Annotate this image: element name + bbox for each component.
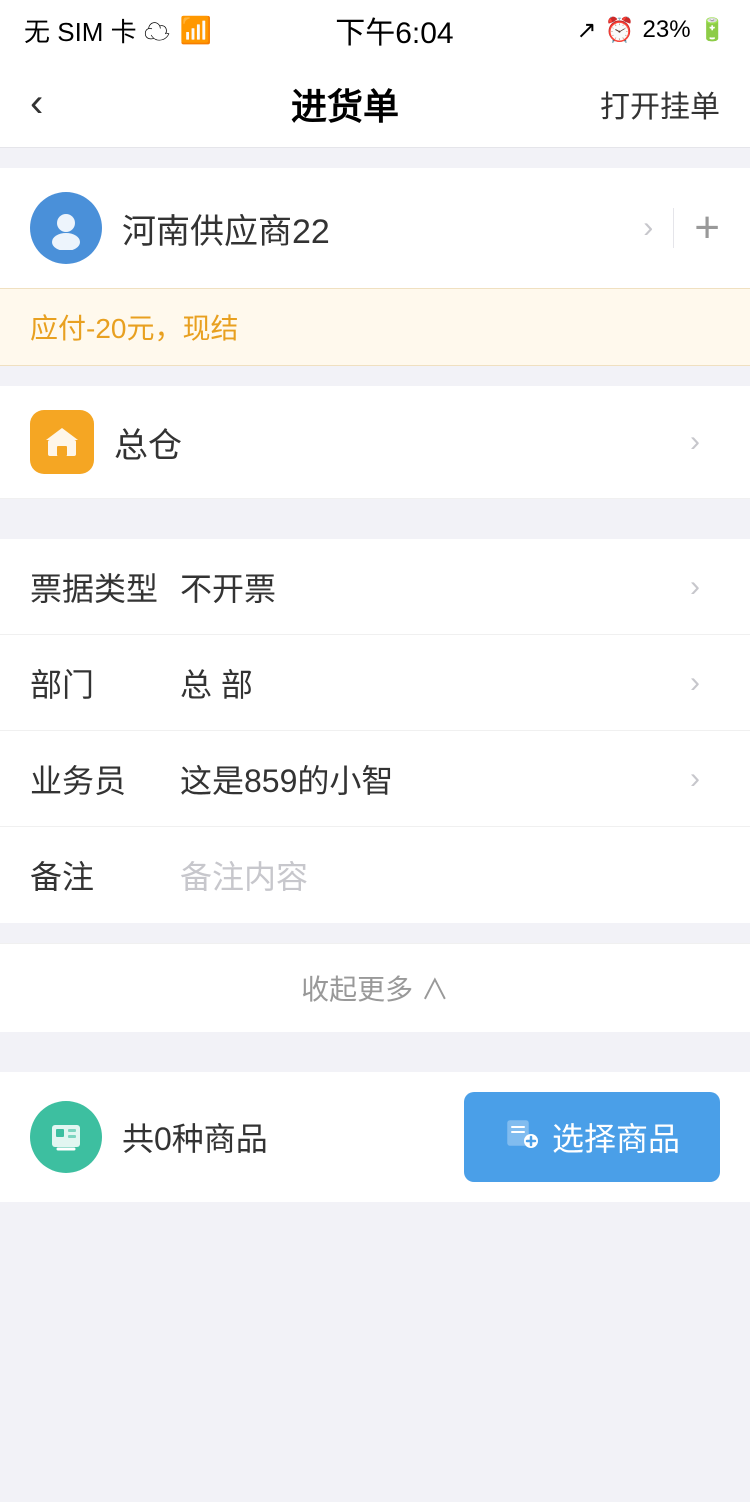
product-icon <box>30 1101 102 1173</box>
wifi-icon: 📶 <box>180 15 212 46</box>
supplier-row[interactable]: 河南供应商22 › + <box>0 168 750 288</box>
open-pending-button[interactable]: 打开挂单 <box>600 82 720 126</box>
department-row[interactable]: 部门 总 部 › <box>0 635 750 731</box>
page-title: 进货单 <box>291 78 399 130</box>
battery-icon: 🔋 <box>699 17 726 43</box>
invoice-chevron-icon: › <box>690 570 700 604</box>
warehouse-name: 总仓 <box>114 418 690 467</box>
remark-row[interactable]: 备注 备注内容 <box>0 827 750 923</box>
status-bar: 无 SIM 卡 ☁ 📶 下午6:04 ↗ ⏰ 23% 🔋 <box>0 0 750 60</box>
salesman-row[interactable]: 业务员 这是859的小智 › <box>0 731 750 827</box>
form-section: 票据类型 不开票 › 部门 总 部 › 业务员 这是859的小智 › 备注 备注… <box>0 539 750 923</box>
department-label: 部门 <box>30 660 160 706</box>
section-gap-1 <box>0 148 750 168</box>
department-value: 总 部 <box>160 660 690 706</box>
section-gap-2 <box>0 366 750 386</box>
product-count: 共0种商品 <box>122 1114 464 1160</box>
salesman-chevron-icon: › <box>690 762 700 796</box>
collapse-label: 收起更多 ∧ <box>301 968 449 1008</box>
status-right: ↗ ⏰ 23% 🔋 <box>577 16 726 45</box>
invoice-type-label: 票据类型 <box>30 564 160 610</box>
remark-input[interactable]: 备注内容 <box>160 852 720 898</box>
sim-label: 无 SIM 卡 ☁ <box>24 12 170 49</box>
warehouse-chevron-icon: › <box>690 425 700 459</box>
supplier-avatar <box>30 192 102 264</box>
salesman-label: 业务员 <box>30 756 160 802</box>
department-chevron-icon: › <box>690 666 700 700</box>
background-fill <box>0 1202 750 1502</box>
section-gap-4 <box>0 1032 750 1052</box>
vertical-divider <box>673 208 674 248</box>
nav-bar: ‹ 进货单 打开挂单 <box>0 60 750 148</box>
invoice-type-row[interactable]: 票据类型 不开票 › <box>0 539 750 635</box>
select-product-label: 选择商品 <box>552 1114 680 1160</box>
section-gap-3 <box>0 499 750 519</box>
add-button[interactable]: + <box>694 203 720 253</box>
status-left: 无 SIM 卡 ☁ 📶 <box>24 12 212 49</box>
status-time: 下午6:04 <box>335 8 453 52</box>
salesman-value: 这是859的小智 <box>160 756 690 802</box>
warehouse-icon <box>30 410 94 474</box>
back-button[interactable]: ‹ <box>30 81 90 126</box>
location-icon: ↗ <box>577 16 597 45</box>
battery-label: 23% <box>643 16 691 44</box>
product-bar: 共0种商品 选择商品 <box>0 1072 750 1202</box>
collapse-row[interactable]: 收起更多 ∧ <box>0 943 750 1032</box>
remark-label: 备注 <box>30 852 160 898</box>
supplier-section: 河南供应商22 › + 应付-20元，现结 <box>0 168 750 366</box>
select-product-icon <box>504 1115 540 1159</box>
supplier-name: 河南供应商22 <box>122 204 643 253</box>
supplier-chevron-icon: › <box>643 211 653 245</box>
warehouse-row[interactable]: 总仓 › <box>0 386 750 499</box>
invoice-type-value: 不开票 <box>160 564 690 610</box>
notice-banner: 应付-20元，现结 <box>0 288 750 366</box>
alarm-icon: ⏰ <box>605 16 635 45</box>
select-product-button[interactable]: 选择商品 <box>464 1092 720 1182</box>
